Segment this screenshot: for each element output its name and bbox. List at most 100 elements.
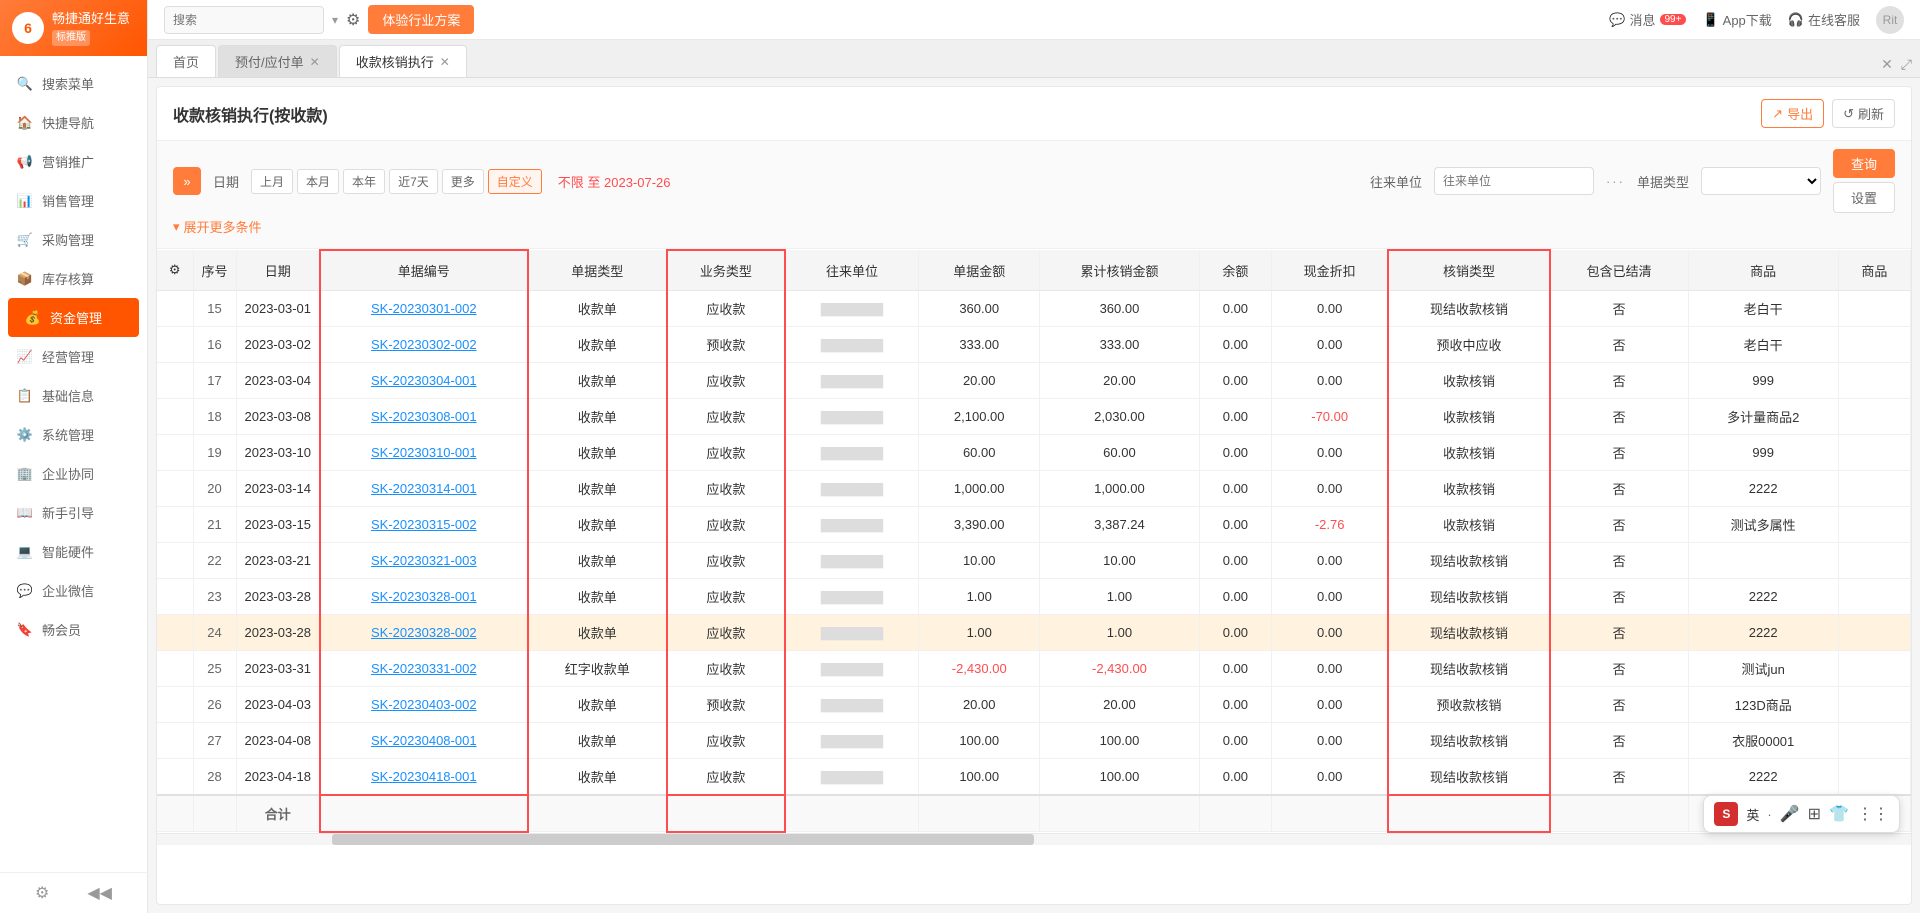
tab-close-payable[interactable]: ✕ (310, 55, 320, 69)
close-all-icon[interactable]: ✕ (1881, 56, 1893, 73)
voucher-no-link[interactable]: SK-20230403-002 (371, 697, 477, 712)
tab-home[interactable]: 首页 (156, 45, 216, 77)
message-item[interactable]: 💬 消息 99+ (1609, 10, 1686, 29)
chevron-down-icon[interactable]: ▾ (332, 13, 338, 27)
cell-no: 25 (193, 651, 236, 687)
expand-filter[interactable]: ▾ 展开更多条件 (173, 213, 1895, 240)
th-amount: 单据金额 (919, 250, 1040, 291)
member-icon: 🔖 (16, 621, 34, 639)
setting-button[interactable]: 设置 (1833, 182, 1895, 213)
voucher-no-link[interactable]: SK-20230328-002 (371, 625, 477, 640)
app-download-item[interactable]: 📱 App下载 (1702, 10, 1771, 29)
cell-cash-discount: -2.76 (1272, 507, 1389, 543)
date-btn-thismonth[interactable]: 本月 (297, 169, 339, 194)
customer-input[interactable] (1434, 167, 1594, 195)
sidebar-item-basic[interactable]: 📋基础信息 (0, 376, 147, 415)
sidebar-item-system[interactable]: ⚙️系统管理 (0, 415, 147, 454)
voucher-no-link[interactable]: SK-20230408-001 (371, 733, 477, 748)
voucher-no-link[interactable]: SK-20230314-001 (371, 481, 477, 496)
voucher-no-link[interactable]: SK-20230315-002 (371, 517, 477, 532)
cell-voucher-type: 收款单 (528, 759, 667, 796)
more-options-icon[interactable]: ··· (1606, 174, 1625, 189)
cell-product: 2222 (1688, 579, 1838, 615)
tab-payable[interactable]: 预付/应付单 ✕ (218, 45, 337, 77)
sidebar-item-marketing[interactable]: 📢营销推广 (0, 142, 147, 181)
ime-grid-icon[interactable]: ⊞ (1808, 804, 1821, 824)
sidebar-label-system: 系统管理 (42, 425, 94, 444)
cell-writeoff-type: 预收款核销 (1388, 687, 1549, 723)
cell-customer: ████████ (785, 543, 919, 579)
ime-shirt-icon[interactable]: 👕 (1829, 804, 1849, 824)
sidebar-item-enterprise[interactable]: 🏢企业协同 (0, 454, 147, 493)
footer-label: 合计 (236, 795, 320, 832)
voucher-no-link[interactable]: SK-20230321-003 (371, 553, 477, 568)
voucher-no-link[interactable]: SK-20230302-002 (371, 337, 477, 352)
avatar[interactable]: Rit (1876, 6, 1904, 34)
search-icon: 🔍 (16, 75, 34, 93)
solution-button[interactable]: 体验行业方案 (368, 5, 474, 34)
cell-balance: 0.00 (1199, 615, 1271, 651)
th-gear[interactable]: ⚙ (157, 250, 193, 291)
sidebar-item-member[interactable]: 🔖畅会员 (0, 610, 147, 649)
sidebar-item-purchase[interactable]: 🛒采购管理 (0, 220, 147, 259)
cell-no: 17 (193, 363, 236, 399)
page-title: 收款核销执行(按收款) (173, 102, 328, 126)
cell-voucher-no: SK-20230328-001 (320, 579, 528, 615)
settings-icon[interactable]: ⚙ (35, 883, 49, 903)
tab-close-collection[interactable]: ✕ (440, 55, 450, 69)
cell-cash-discount: 0.00 (1272, 435, 1389, 471)
main: ▾ ⚙ 体验行业方案 💬 消息 99+ 📱 App下载 🎧 在线客服 Rit 首… (148, 0, 1920, 913)
collapse-icon[interactable]: ◀◀ (87, 883, 112, 903)
cell-date: 2023-03-21 (236, 543, 320, 579)
sidebar-item-shortcut[interactable]: 🏠快捷导航 (0, 103, 147, 142)
voucher-no-link[interactable]: SK-20230304-001 (371, 373, 477, 388)
voucher-no-link[interactable]: SK-20230418-001 (371, 769, 477, 784)
export-button[interactable]: ↗ 导出 (1761, 99, 1824, 128)
sidebar-item-inventory[interactable]: 📦库存核算 (0, 259, 147, 298)
cell-customer: ████████ (785, 615, 919, 651)
voucher-no-link[interactable]: SK-20230301-002 (371, 301, 477, 316)
cell-customer: ████████ (785, 291, 919, 327)
horizontal-scrollbar[interactable] (157, 833, 1911, 845)
voucher-no-link[interactable]: SK-20230331-002 (371, 661, 477, 676)
cell-include-settled: 否 (1550, 363, 1689, 399)
table-wrapper: ⚙ 序号 日期 单据编号 单据类型 业务类型 往来单位 单据金额 累计核销金额 … (157, 249, 1911, 904)
sidebar-item-guide[interactable]: 📖新手引导 (0, 493, 147, 532)
sidebar-item-finance[interactable]: 💰资金管理 (8, 298, 139, 337)
cell-writeoff-type: 现结收款核销 (1388, 651, 1549, 687)
query-button[interactable]: 查询 (1833, 149, 1895, 178)
cell-amount: 2,100.00 (919, 399, 1040, 435)
sidebar-item-search[interactable]: 🔍搜索菜单 (0, 64, 147, 103)
gear-icon[interactable]: ⚙ (346, 10, 360, 30)
ime-logo: S (1714, 802, 1738, 826)
date-btn-7days[interactable]: 近7天 (389, 169, 438, 194)
sidebar-item-operations[interactable]: 📈经营管理 (0, 337, 147, 376)
sidebar-item-hardware[interactable]: 💻智能硬件 (0, 532, 147, 571)
cell-voucher-type: 收款单 (528, 723, 667, 759)
online-service-item[interactable]: 🎧 在线客服 (1788, 10, 1860, 29)
cell-date: 2023-03-10 (236, 435, 320, 471)
date-btn-more[interactable]: 更多 (442, 169, 484, 194)
cell-voucher-type: 红字收款单 (528, 651, 667, 687)
cell-gear (157, 651, 193, 687)
voucher-no-link[interactable]: SK-20230310-001 (371, 445, 477, 460)
ime-apps-icon[interactable]: ⋮⋮ (1857, 804, 1889, 824)
date-btn-lastmonth[interactable]: 上月 (251, 169, 293, 194)
ime-mic-icon[interactable]: 🎤 (1780, 804, 1800, 824)
search-input[interactable] (164, 6, 324, 34)
expand-icon[interactable]: ⤢ (1901, 56, 1912, 73)
refresh-button[interactable]: ↺ 刷新 (1832, 99, 1895, 128)
filter-toggle[interactable]: » (173, 167, 201, 195)
voucher-no-link[interactable]: SK-20230308-001 (371, 409, 477, 424)
cell-writeoff-type: 现结收款核销 (1388, 759, 1549, 796)
sidebar-label-hardware: 智能硬件 (42, 542, 94, 561)
voucher-no-link[interactable]: SK-20230328-001 (371, 589, 477, 604)
sidebar-item-sales[interactable]: 📊销售管理 (0, 181, 147, 220)
date-btn-thisyear[interactable]: 本年 (343, 169, 385, 194)
voucher-type-select[interactable]: 收款单 红字收款单 (1701, 167, 1821, 195)
sidebar-item-wechat[interactable]: 💬企业微信 (0, 571, 147, 610)
cell-product: 测试jun (1688, 651, 1838, 687)
date-btn-custom[interactable]: 自定义 (488, 169, 542, 194)
cell-gear (157, 723, 193, 759)
tab-collection[interactable]: 收款核销执行 ✕ (339, 45, 467, 77)
